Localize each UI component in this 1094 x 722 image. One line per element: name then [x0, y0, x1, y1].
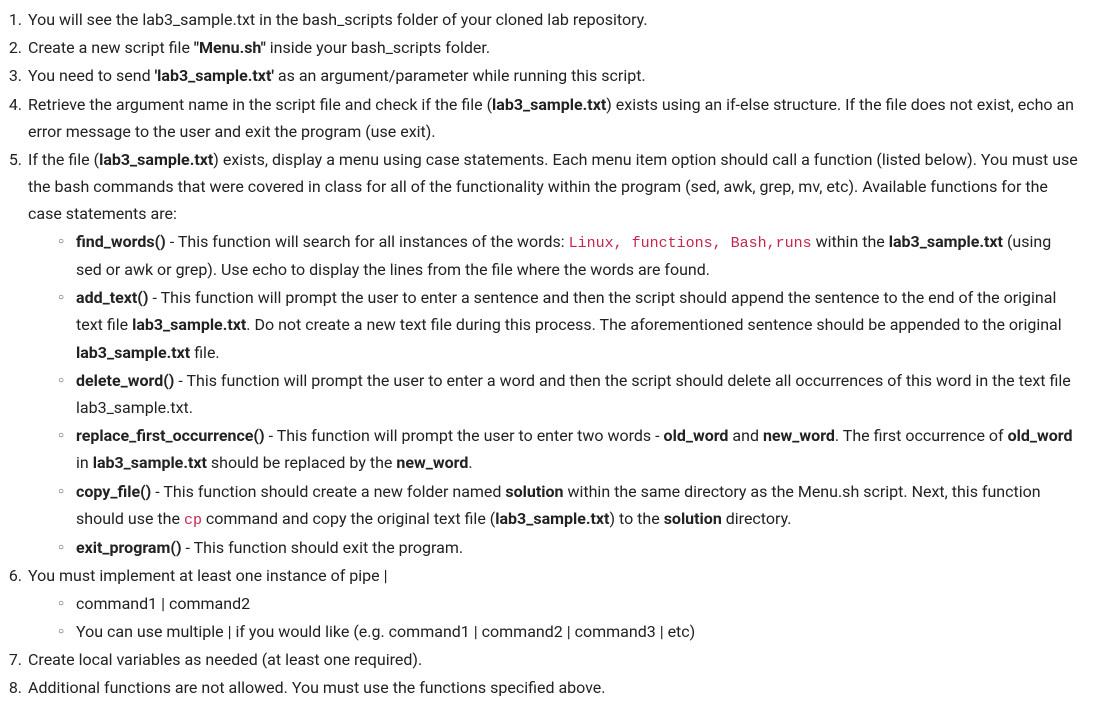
bold-text: delete_word(): [76, 371, 174, 390]
bold-text: old_word: [1008, 426, 1073, 445]
bold-text: lab3_sample.txt: [93, 453, 207, 472]
instruction-item: Create a new script file Menu.sh inside …: [26, 34, 1080, 61]
text: - This function should create a new fold…: [151, 482, 505, 501]
text: - This function will prompt the user to …: [265, 426, 664, 445]
text: as an argument/parameter while running t…: [274, 66, 646, 85]
bold-text: Menu.sh: [194, 38, 266, 57]
bold-text: lab3_sample.txt: [495, 509, 609, 528]
text: Additional functions are not allowed. Yo…: [28, 678, 606, 697]
text: in: [76, 453, 93, 472]
text: command1 | command2: [76, 594, 250, 613]
text: file.: [190, 343, 219, 362]
instruction-item: Create local variables as needed (at lea…: [26, 646, 1080, 673]
sub-list-item: You can use multiple | if you would like…: [58, 618, 1080, 645]
text: .: [468, 453, 472, 472]
text: - This function will search for all inst…: [166, 232, 569, 251]
bold-text: copy_file(): [76, 482, 151, 501]
text: command and copy the original text file …: [202, 509, 495, 528]
bold-text: new_word: [396, 453, 468, 472]
text: If the file (: [28, 150, 99, 169]
bold-text: lab3_sample.txt: [99, 150, 213, 169]
instruction-item: Retrieve the argument name in the script…: [26, 91, 1080, 145]
sub-list: command1 | command2 You can use multiple …: [28, 590, 1080, 645]
text: - This function should exit the program.: [182, 538, 464, 557]
text: You can use multiple | if you would like…: [76, 622, 695, 641]
text: and: [728, 426, 763, 445]
bold-text: exit_program(): [76, 538, 182, 557]
instruction-item: You will see the lab3_sample.txt in the …: [26, 6, 1080, 33]
bold-text: solution: [664, 509, 722, 528]
instruction-item: Additional functions are not allowed. Yo…: [26, 674, 1080, 701]
text: You will see the lab3_sample.txt in the …: [28, 10, 648, 29]
bold-text: solution: [505, 482, 563, 501]
sub-list: find_words() - This function will search…: [28, 228, 1080, 562]
instruction-item: If the file (lab3_sample.txt) exists, di…: [26, 146, 1080, 561]
text: inside your bash_scripts folder.: [266, 38, 490, 57]
sub-list-item: delete_word() - This function will promp…: [58, 367, 1080, 421]
sub-list-item: exit_program() - This function should ex…: [58, 534, 1080, 561]
bold-text: old_word: [664, 426, 729, 445]
instruction-item: You need to send lab3_sample.txt as an a…: [26, 62, 1080, 89]
text: You need to send: [28, 66, 155, 85]
text: Create a new script file: [28, 38, 194, 57]
sub-list-item: copy_file() - This function should creat…: [58, 478, 1080, 534]
bold-text: lab3_sample.txt: [492, 95, 606, 114]
bold-text: lab3_sample.txt: [155, 66, 274, 85]
text: You must implement at least one instance…: [28, 566, 387, 585]
text: - This function will prompt the user to …: [76, 371, 1071, 417]
code-text: Linux, functions, Bash,runs: [569, 235, 812, 252]
bold-text: lab3_sample.txt: [889, 232, 1003, 251]
text: should be replaced by the: [207, 453, 396, 472]
sub-list-item: command1 | command2: [58, 590, 1080, 617]
sub-list-item: find_words() - This function will search…: [58, 228, 1080, 284]
bold-text: add_text(): [76, 288, 149, 307]
bold-text: lab3_sample.txt: [76, 343, 190, 362]
text: Create local variables as needed (at lea…: [28, 650, 422, 669]
bold-text: new_word: [763, 426, 835, 445]
text: . The first occurrence of: [835, 426, 1008, 445]
text: . Do not create a new text file during t…: [246, 315, 1061, 334]
text: directory.: [722, 509, 792, 528]
sub-list-item: add_text() - This function will prompt t…: [58, 284, 1080, 366]
bold-text: find_words(): [76, 232, 166, 251]
bold-text: replace_first_occurrence(): [76, 426, 265, 445]
text: within the: [812, 232, 889, 251]
code-text: cp: [184, 512, 202, 529]
bold-text: lab3_sample.txt: [132, 315, 246, 334]
sub-list-item: replace_first_occurrence() - This functi…: [58, 422, 1080, 476]
text: ) to the: [609, 509, 663, 528]
text: Retrieve the argument name in the script…: [28, 95, 492, 114]
instruction-list: You will see the lab3_sample.txt in the …: [2, 6, 1080, 701]
instruction-item: You must implement at least one instance…: [26, 562, 1080, 645]
